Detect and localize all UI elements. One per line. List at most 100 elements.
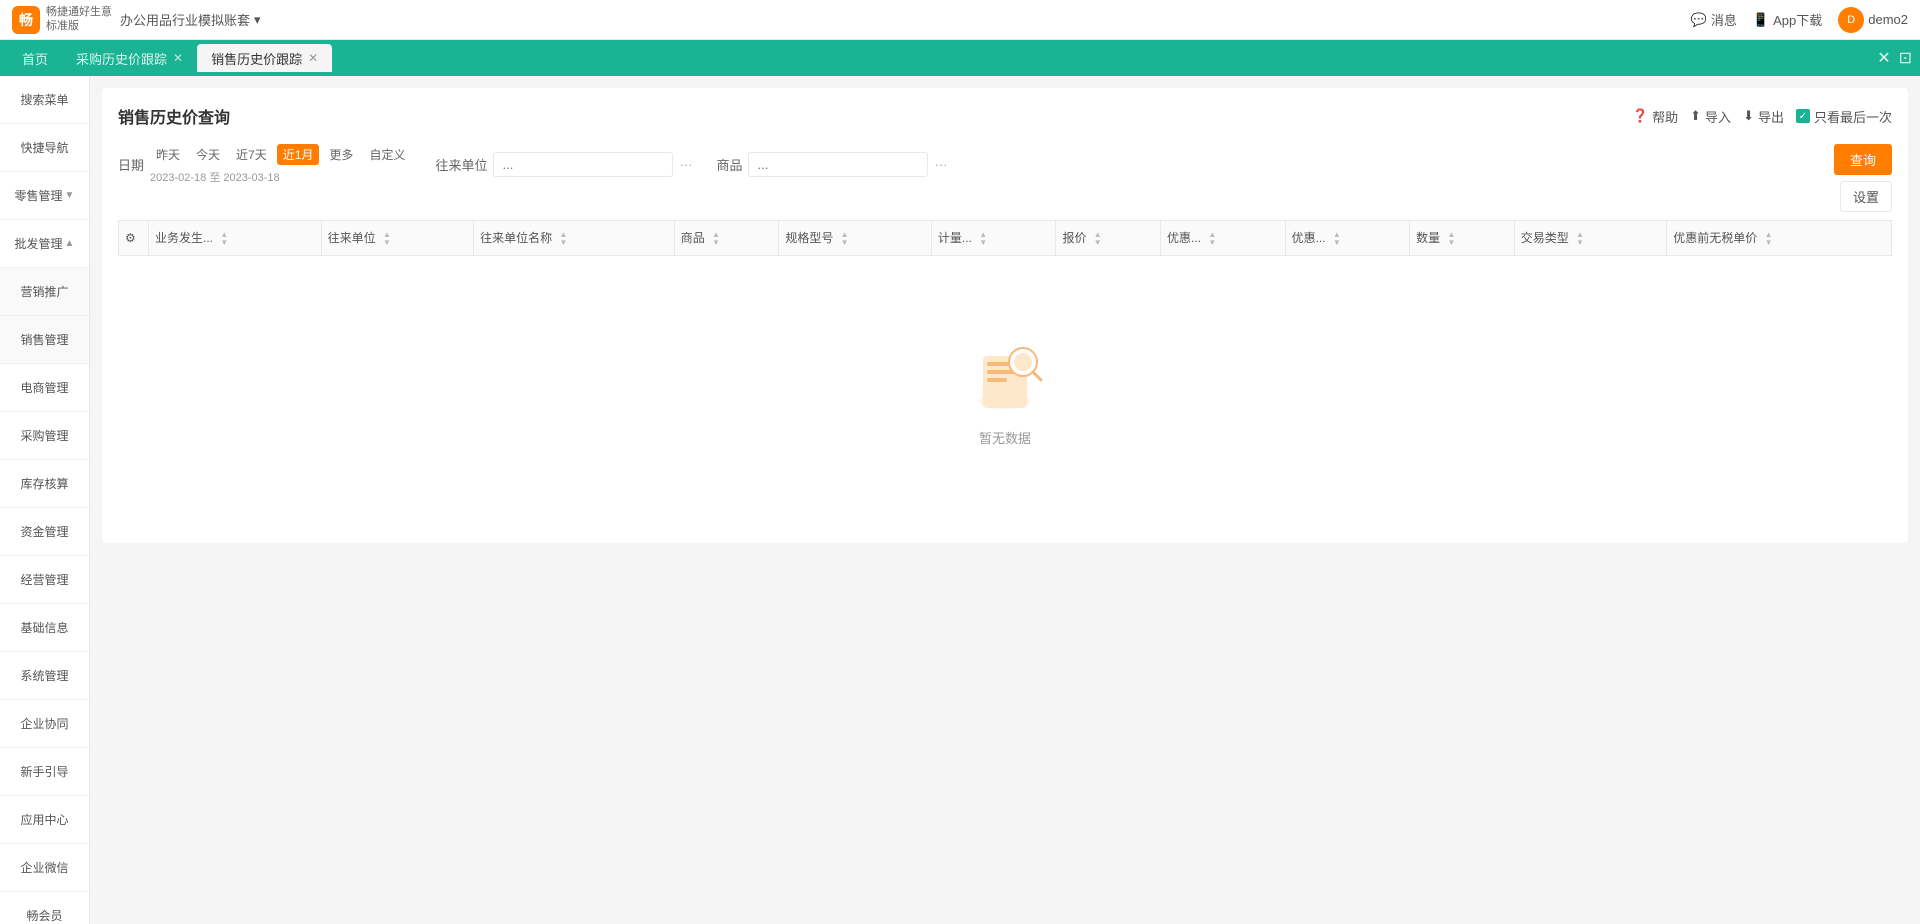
sidebar-item-system-mgmt[interactable]: 系统管理 xyxy=(0,652,89,700)
export-icon: ⬇ xyxy=(1743,108,1754,124)
table-header-biz-date[interactable]: 业务发生... ▲▼ xyxy=(149,221,322,256)
only-last-checkbox[interactable]: ✓ 只看最后一次 xyxy=(1796,107,1892,126)
user-area[interactable]: D demo2 xyxy=(1838,7,1908,33)
export-btn[interactable]: ⬇ 导出 xyxy=(1743,107,1784,126)
sidebar-system-mgmt-label: 系统管理 xyxy=(20,667,68,684)
message-label: 消息 xyxy=(1711,10,1737,29)
table-header-discount2[interactable]: 优惠... ▲▼ xyxy=(1285,221,1410,256)
sidebar-member-label: 畅会员 xyxy=(26,907,62,924)
help-btn[interactable]: ❓ 帮助 xyxy=(1632,107,1678,126)
sidebar-operations-mgmt-label: 经营管理 xyxy=(20,571,68,588)
table-header-spec[interactable]: 规格型号 ▲▼ xyxy=(779,221,932,256)
sidebar-item-enterprise-collab[interactable]: 企业协同 xyxy=(0,700,89,748)
page-title-row: 销售历史价查询 ❓ 帮助 ⬆ 导入 ⬇ 导出 ✓ xyxy=(118,104,1892,128)
table-header-quantity[interactable]: 数量 ▲▼ xyxy=(1410,221,1515,256)
sidebar-item-app-center[interactable]: 应用中心 xyxy=(0,796,89,844)
sidebar-item-inventory[interactable]: 库存核算 xyxy=(0,460,89,508)
date-tab-1month[interactable]: 近1月 xyxy=(277,144,320,165)
partner-dots-btn[interactable]: ··· xyxy=(679,157,692,172)
app-selector[interactable]: 办公用品行业模拟账套 ▾ xyxy=(120,10,261,29)
checkbox-checked-icon: ✓ xyxy=(1796,109,1810,123)
import-icon: ⬆ xyxy=(1690,108,1701,124)
sidebar-item-retail-mgmt[interactable]: 零售管理 ▼ xyxy=(0,172,89,220)
sidebar-item-wholesale-mgmt[interactable]: 批发管理 ▲ xyxy=(0,220,89,268)
query-button[interactable]: 查询 xyxy=(1834,144,1892,175)
sidebar-item-marketing-promo[interactable]: 营销推广 xyxy=(0,268,89,316)
data-table: ⚙ 业务发生... ▲▼ 往来单位 ▲▼ 往来单位名称 ▲▼ xyxy=(118,220,1892,256)
sidebar-item-enterprise-wechat[interactable]: 企业微信 xyxy=(0,844,89,892)
top-bar: 畅 畅捷通好生意 标准版 办公用品行业模拟账套 ▾ 💬 消息 📱 App下载 D… xyxy=(0,0,1920,40)
logo-area: 畅 畅捷通好生意 标准版 xyxy=(12,6,112,34)
sidebar-item-member[interactable]: 畅会员 xyxy=(0,892,89,924)
sidebar-item-ecommerce-mgmt[interactable]: 电商管理 xyxy=(0,364,89,412)
logo-icon: 畅 xyxy=(12,6,40,34)
sidebar-item-sales-mgmt[interactable]: 销售管理 xyxy=(0,316,89,364)
table-header-unit[interactable]: 计量... ▲▼ xyxy=(931,221,1056,256)
sidebar-item-basic-info[interactable]: 基础信息 xyxy=(0,604,89,652)
tab-purchase-history-label: 采购历史价跟踪 xyxy=(76,49,167,68)
table-header-product[interactable]: 商品 ▲▼ xyxy=(674,221,779,256)
download-icon: 📱 xyxy=(1753,12,1769,28)
partner-filter-label: 往来单位 xyxy=(435,155,487,174)
sidebar-item-purchase-mgmt[interactable]: 采购管理 xyxy=(0,412,89,460)
top-bar-left: 畅 畅捷通好生意 标准版 办公用品行业模拟账套 ▾ xyxy=(12,6,261,34)
sidebar-item-operations-mgmt[interactable]: 经营管理 xyxy=(0,556,89,604)
content-area: 销售历史价查询 ❓ 帮助 ⬆ 导入 ⬇ 导出 ✓ xyxy=(90,76,1920,924)
sidebar-basic-info-label: 基础信息 xyxy=(20,619,68,636)
sidebar-purchase-mgmt-label: 采购管理 xyxy=(20,427,68,444)
tab-home[interactable]: 首页 xyxy=(8,44,62,72)
tab-sales-history[interactable]: 销售历史价跟踪 ✕ xyxy=(197,44,332,72)
date-tab-more[interactable]: 更多 xyxy=(323,144,359,165)
product-dots-btn[interactable]: ··· xyxy=(934,157,947,172)
import-label: 导入 xyxy=(1705,107,1731,126)
sidebar-ecommerce-mgmt-label: 电商管理 xyxy=(20,379,68,396)
close-sales-tab-icon[interactable]: ✕ xyxy=(308,51,318,65)
sidebar-quick-nav-label: 快捷导航 xyxy=(20,139,68,156)
sidebar-item-quick-nav[interactable]: 快捷导航 xyxy=(0,124,89,172)
import-btn[interactable]: ⬆ 导入 xyxy=(1690,107,1731,126)
close-purchase-tab-icon[interactable]: ✕ xyxy=(173,51,183,65)
sidebar-item-search-menu[interactable]: 搜索菜单 xyxy=(0,76,89,124)
sidebar-new-guide-label: 新手引导 xyxy=(20,763,68,780)
download-btn[interactable]: 📱 App下载 xyxy=(1753,10,1822,29)
page-actions: ❓ 帮助 ⬆ 导入 ⬇ 导出 ✓ 只看最后一次 xyxy=(1632,107,1892,126)
date-filter-group: 日期 昨天 今天 近7天 近1月 更多 自定义 2023-02-18 至 202… xyxy=(118,144,411,185)
table-header-trade-type[interactable]: 交易类型 ▲▼ xyxy=(1514,221,1667,256)
date-tab-7days[interactable]: 近7天 xyxy=(230,144,273,165)
date-tab-today[interactable]: 今天 xyxy=(190,144,226,165)
product-input[interactable] xyxy=(748,152,928,177)
tab-bar: 首页 采购历史价跟踪 ✕ 销售历史价跟踪 ✕ ✕ ⊡ xyxy=(0,40,1920,76)
chevron-down-icon: ▾ xyxy=(254,12,261,28)
sidebar: 搜索菜单 快捷导航 零售管理 ▼ 批发管理 ▲ 营销推广 销售管理 电商管理 采… xyxy=(0,76,90,924)
top-bar-right: 💬 消息 📱 App下载 D demo2 xyxy=(1691,7,1908,33)
empty-icon xyxy=(965,336,1045,416)
only-last-label: 只看最后一次 xyxy=(1814,107,1892,126)
sidebar-sales-mgmt-label: 销售管理 xyxy=(20,331,68,348)
tab-purchase-history[interactable]: 采购历史价跟踪 ✕ xyxy=(62,44,197,72)
product-filter-label: 商品 xyxy=(716,155,742,174)
chevron-down-retail-icon: ▼ xyxy=(65,190,75,201)
sidebar-enterprise-wechat-label: 企业微信 xyxy=(20,859,68,876)
maximize-icon[interactable]: ⊡ xyxy=(1899,48,1912,68)
table-header-partner-code[interactable]: 往来单位 ▲▼ xyxy=(321,221,474,256)
help-label: 帮助 xyxy=(1652,107,1678,126)
empty-state-text: 暂无数据 xyxy=(979,428,1031,447)
sidebar-item-new-guide[interactable]: 新手引导 xyxy=(0,748,89,796)
date-tab-custom[interactable]: 自定义 xyxy=(363,144,411,165)
close-all-tabs-icon[interactable]: ✕ xyxy=(1877,48,1890,68)
main-layout: 搜索菜单 快捷导航 零售管理 ▼ 批发管理 ▲ 营销推广 销售管理 电商管理 采… xyxy=(0,76,1920,924)
table-header-pre-tax-price[interactable]: 优惠前无税单价 ▲▼ xyxy=(1667,221,1892,256)
sidebar-item-finance-mgmt[interactable]: 资金管理 xyxy=(0,508,89,556)
sidebar-wholesale-mgmt-label: 批发管理 xyxy=(15,235,63,252)
message-btn[interactable]: 💬 消息 xyxy=(1691,10,1737,29)
table-header-discount1[interactable]: 优惠... ▲▼ xyxy=(1161,221,1286,256)
date-tab-yesterday[interactable]: 昨天 xyxy=(150,144,186,165)
sidebar-search-menu-label: 搜索菜单 xyxy=(20,91,68,108)
chevron-up-wholesale-icon: ▲ xyxy=(65,238,75,249)
table-header-gear[interactable]: ⚙ xyxy=(119,221,149,256)
filter-fields: 日期 昨天 今天 近7天 近1月 更多 自定义 2023-02-18 至 202… xyxy=(118,144,1818,185)
partner-input[interactable] xyxy=(493,152,673,177)
settings-button[interactable]: 设置 xyxy=(1840,181,1892,212)
table-header-partner-name[interactable]: 往来单位名称 ▲▼ xyxy=(474,221,675,256)
table-header-quoted-price[interactable]: 报价 ▲▼ xyxy=(1056,221,1161,256)
